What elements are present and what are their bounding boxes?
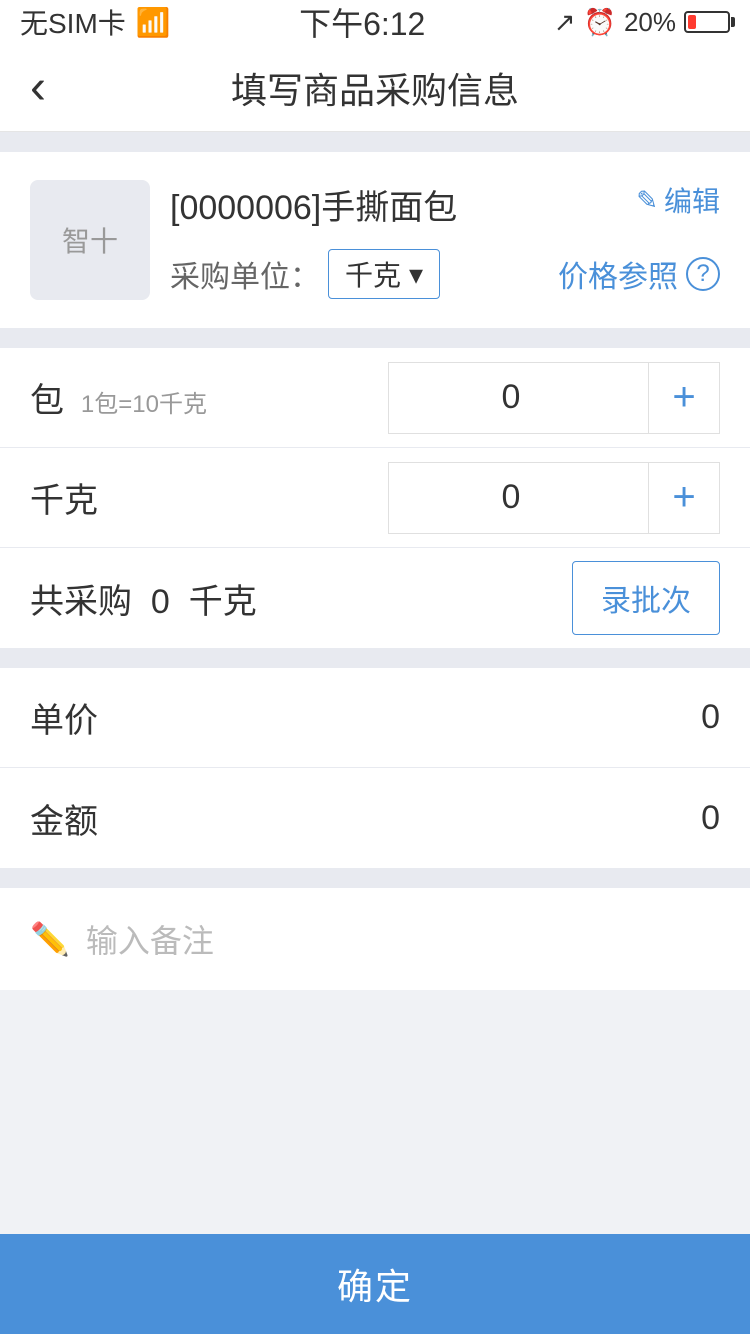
product-card: 智十 [0000006]手撕面包 ✎ 编辑 采购单位： 千克 ▾ 价格参照 ?: [0, 152, 750, 328]
page-title: 填写商品采购信息: [231, 62, 519, 114]
kg-plus-icon: +: [672, 475, 695, 520]
pencil-icon: ✏️: [30, 920, 70, 958]
total-text: 共采购 0 千克: [30, 574, 257, 623]
kg-label: 千克: [30, 473, 98, 522]
product-thumbnail: 智十: [30, 180, 150, 300]
edit-button[interactable]: ✎ 编辑: [636, 180, 720, 220]
edit-icon: ✎: [636, 185, 658, 216]
time-label: 下午6:12: [299, 0, 425, 45]
status-right: ↗ ⏰ 20%: [554, 7, 730, 38]
price-ref-label: 价格参照: [558, 252, 678, 296]
pack-quantity-input[interactable]: [388, 362, 648, 434]
amount-value: 0: [701, 799, 720, 838]
pack-label-group: 包 1包=10千克: [30, 373, 207, 422]
product-header: [0000006]手撕面包 ✎ 编辑: [170, 180, 720, 229]
status-left: 无SIM卡 📶: [20, 2, 171, 42]
product-info: [0000006]手撕面包 ✎ 编辑 采购单位： 千克 ▾ 价格参照 ?: [170, 180, 720, 299]
note-section[interactable]: ✏️ 输入备注: [0, 888, 750, 990]
location-icon: ↗: [554, 7, 576, 38]
price-ref-button[interactable]: 价格参照 ?: [558, 252, 720, 296]
input-section: 包 1包=10千克 + 千克 +: [0, 348, 750, 548]
pack-plus-icon: +: [672, 375, 695, 420]
product-logo-text: 智十: [62, 220, 118, 260]
unit-price-row: 单价 0: [0, 668, 750, 768]
total-unit: 千克: [189, 583, 257, 621]
total-amount: 0: [151, 583, 170, 621]
kg-plus-button[interactable]: +: [648, 462, 720, 534]
total-row: 共采购 0 千克 录批次: [0, 548, 750, 648]
unit-price-value: 0: [701, 698, 720, 737]
pack-plus-button[interactable]: +: [648, 362, 720, 434]
pack-input-row: 包 1包=10千克 +: [0, 348, 750, 448]
nav-bar: ‹ 填写商品采购信息: [0, 44, 750, 132]
price-divider: [0, 648, 750, 668]
confirm-button[interactable]: 确定: [0, 1234, 750, 1334]
unit-price-label: 单价: [30, 693, 98, 742]
battery-icon: [684, 11, 730, 33]
pack-sub-label: 1包=10千克: [81, 391, 207, 418]
alarm-icon: ⏰: [584, 7, 616, 38]
mid-divider: [0, 328, 750, 348]
top-divider: [0, 132, 750, 152]
kg-input-row: 千克 +: [0, 448, 750, 548]
amount-row: 金额 0: [0, 768, 750, 868]
pack-label: 包: [30, 382, 64, 420]
wifi-icon: 📶: [136, 6, 171, 39]
back-button[interactable]: ‹: [30, 64, 46, 112]
help-icon: ?: [686, 257, 720, 291]
price-section: 单价 0 金额 0: [0, 668, 750, 868]
product-name: [0000006]手撕面包: [170, 180, 457, 229]
unit-select-dropdown[interactable]: 千克 ▾: [328, 249, 440, 299]
product-unit-row: 采购单位： 千克 ▾ 价格参照 ?: [170, 249, 720, 299]
unit-label: 采购单位：: [170, 252, 320, 296]
status-bar: 无SIM卡 📶 下午6:12 ↗ ⏰ 20%: [0, 0, 750, 44]
edit-label: 编辑: [664, 180, 720, 220]
dropdown-arrow-icon: ▾: [409, 258, 423, 291]
carrier-label: 无SIM卡: [20, 2, 126, 42]
note-divider: [0, 868, 750, 888]
total-label: 共采购: [30, 583, 132, 621]
battery-pct-label: 20%: [624, 7, 676, 38]
kg-quantity-input[interactable]: [388, 462, 648, 534]
unit-select-value: 千克: [345, 254, 401, 294]
note-placeholder: 输入备注: [86, 916, 214, 962]
pack-input-right: +: [388, 362, 720, 434]
kg-input-right: +: [388, 462, 720, 534]
batch-button[interactable]: 录批次: [572, 561, 720, 635]
empty-area: [0, 990, 750, 1270]
amount-label: 金额: [30, 794, 98, 843]
